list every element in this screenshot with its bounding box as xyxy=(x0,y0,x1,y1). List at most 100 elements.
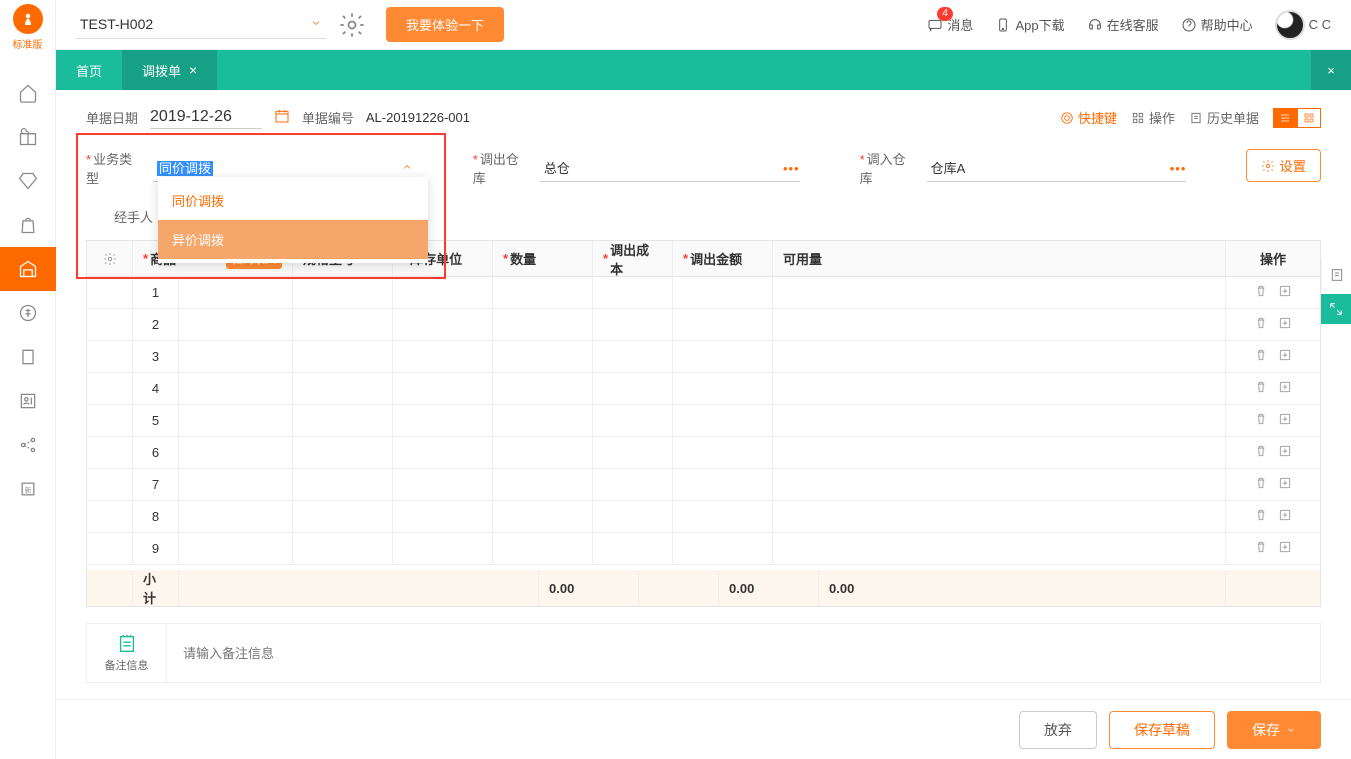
user-menu[interactable]: C C xyxy=(1275,10,1331,40)
delete-icon[interactable] xyxy=(1254,284,1268,301)
in-warehouse-value: 仓库A xyxy=(927,154,1187,182)
subtotal-qty: 0.00 xyxy=(539,570,639,606)
delete-icon[interactable] xyxy=(1254,380,1268,397)
add-icon[interactable] xyxy=(1278,444,1292,461)
close-icon[interactable]: × xyxy=(189,62,197,78)
tab-bar: 首页 调拨单 × × xyxy=(56,50,1351,90)
col-qty: *数量 xyxy=(493,241,593,276)
save-button[interactable]: 保存 xyxy=(1227,711,1321,749)
more-icon[interactable]: ••• xyxy=(1170,161,1187,176)
view-list-button[interactable] xyxy=(1273,108,1297,128)
topbar: 我要体验一下 消息 4 App下载 在线客服 帮助中心 C C xyxy=(56,0,1351,50)
nav-clipboard-icon[interactable] xyxy=(0,335,56,379)
delete-icon[interactable] xyxy=(1254,444,1268,461)
delete-icon[interactable] xyxy=(1254,476,1268,493)
subtotal-label: 小计 xyxy=(133,570,179,606)
table-row[interactable]: 4 xyxy=(87,373,1320,405)
doc-no-label: 单据编号 xyxy=(302,108,354,127)
gear-icon[interactable] xyxy=(338,11,366,39)
logo-icon xyxy=(13,4,43,34)
delete-icon[interactable] xyxy=(1254,508,1268,525)
biz-type-field[interactable]: *业务类型 同价调拨 同价调拨 异价调拨 xyxy=(86,149,413,187)
app-download-link[interactable]: App下载 xyxy=(995,15,1064,34)
add-icon[interactable] xyxy=(1278,316,1292,333)
items-table: *商品扫码录入 规格型号 *库存单位 *数量 *调出成本 *调出金额 可用量 操… xyxy=(86,240,1321,607)
store-selector[interactable] xyxy=(76,10,326,39)
col-cost: *调出成本 xyxy=(593,241,673,276)
add-icon[interactable] xyxy=(1278,508,1292,525)
float-expand-icon[interactable] xyxy=(1321,294,1351,324)
nav-gift-icon[interactable] xyxy=(0,115,56,159)
table-row[interactable]: 2 xyxy=(87,309,1320,341)
add-icon[interactable] xyxy=(1278,476,1292,493)
discard-button[interactable]: 放弃 xyxy=(1019,711,1097,749)
handler-field[interactable]: 经手人 xyxy=(114,207,153,226)
dropdown-option-same-price[interactable]: 同价调拨 xyxy=(158,181,428,220)
nav-home-icon[interactable] xyxy=(0,71,56,115)
messages-link[interactable]: 消息 4 xyxy=(927,15,973,34)
float-doc-icon[interactable] xyxy=(1321,260,1351,290)
document-header: 单据日期 2019-12-26 单据编号 AL-20191226-001 快捷键… xyxy=(86,106,1321,129)
footer-actions: 放弃 保存草稿 保存 xyxy=(56,699,1351,759)
tab-home[interactable]: 首页 xyxy=(56,50,122,90)
history-link[interactable]: 历史单据 xyxy=(1189,108,1259,127)
view-grid-button[interactable] xyxy=(1297,108,1321,128)
table-row[interactable]: 1 xyxy=(87,277,1320,309)
settings-button[interactable]: 设置 xyxy=(1246,149,1321,182)
operation-link[interactable]: 操作 xyxy=(1131,108,1175,127)
nav-contact-icon[interactable] xyxy=(0,379,56,423)
delete-icon[interactable] xyxy=(1254,348,1268,365)
date-value[interactable]: 2019-12-26 xyxy=(150,106,262,129)
out-warehouse-field[interactable]: *调出仓库 总仓 ••• xyxy=(473,149,800,187)
customer-service-link[interactable]: 在线客服 xyxy=(1087,15,1159,34)
delete-icon[interactable] xyxy=(1254,540,1268,557)
subtotal-amt: 0.00 xyxy=(719,570,819,606)
calendar-icon[interactable] xyxy=(274,108,290,127)
nav-share-icon[interactable] xyxy=(0,423,56,467)
add-icon[interactable] xyxy=(1278,540,1292,557)
trial-button[interactable]: 我要体验一下 xyxy=(386,7,504,42)
nav-new-icon[interactable]: 新 xyxy=(0,467,56,511)
remarks-input[interactable] xyxy=(167,624,1320,682)
nav-bag-icon[interactable] xyxy=(0,203,56,247)
col-amount: *调出金额 xyxy=(673,241,773,276)
table-row[interactable]: 3 xyxy=(87,341,1320,373)
table-row[interactable]: 6 xyxy=(87,437,1320,469)
table-row[interactable]: 8 xyxy=(87,501,1320,533)
dropdown-option-diff-price[interactable]: 异价调拨 xyxy=(158,220,428,259)
notes-icon xyxy=(116,633,138,655)
nav-warehouse-icon[interactable] xyxy=(0,247,56,291)
add-icon[interactable] xyxy=(1278,380,1292,397)
close-all-tabs[interactable]: × xyxy=(1311,50,1351,90)
subtotal-avail: 0.00 xyxy=(819,570,1226,606)
add-icon[interactable] xyxy=(1278,284,1292,301)
col-avail: 可用量 xyxy=(773,241,1226,276)
more-icon[interactable]: ••• xyxy=(783,161,800,176)
logo-text: 标准版 xyxy=(13,36,43,51)
out-warehouse-value: 总仓 xyxy=(540,154,800,182)
svg-text:新: 新 xyxy=(24,485,31,494)
save-draft-button[interactable]: 保存草稿 xyxy=(1109,711,1215,749)
table-settings-icon[interactable] xyxy=(87,241,133,276)
table-row[interactable]: 7 xyxy=(87,469,1320,501)
table-row[interactable]: 5 xyxy=(87,405,1320,437)
tab-transfer-order[interactable]: 调拨单 × xyxy=(122,50,217,90)
delete-icon[interactable] xyxy=(1254,316,1268,333)
add-icon[interactable] xyxy=(1278,348,1292,365)
avatar xyxy=(1275,10,1305,40)
table-row[interactable]: 9 xyxy=(87,533,1320,565)
remarks-section: 备注信息 xyxy=(86,623,1321,683)
chevron-up-icon[interactable] xyxy=(401,161,413,176)
biz-type-dropdown: 同价调拨 异价调拨 xyxy=(158,177,428,263)
nav-diamond-icon[interactable] xyxy=(0,159,56,203)
store-input[interactable] xyxy=(80,16,310,32)
msg-badge: 4 xyxy=(937,7,953,21)
nav-money-icon[interactable] xyxy=(0,291,56,335)
delete-icon[interactable] xyxy=(1254,412,1268,429)
in-warehouse-field[interactable]: *调入仓库 仓库A ••• xyxy=(860,149,1187,187)
shortcut-link[interactable]: 快捷键 xyxy=(1060,108,1117,127)
add-icon[interactable] xyxy=(1278,412,1292,429)
help-link[interactable]: 帮助中心 xyxy=(1181,15,1253,34)
col-ops: 操作 xyxy=(1226,241,1320,276)
biz-type-value: 同价调拨 xyxy=(157,161,213,176)
